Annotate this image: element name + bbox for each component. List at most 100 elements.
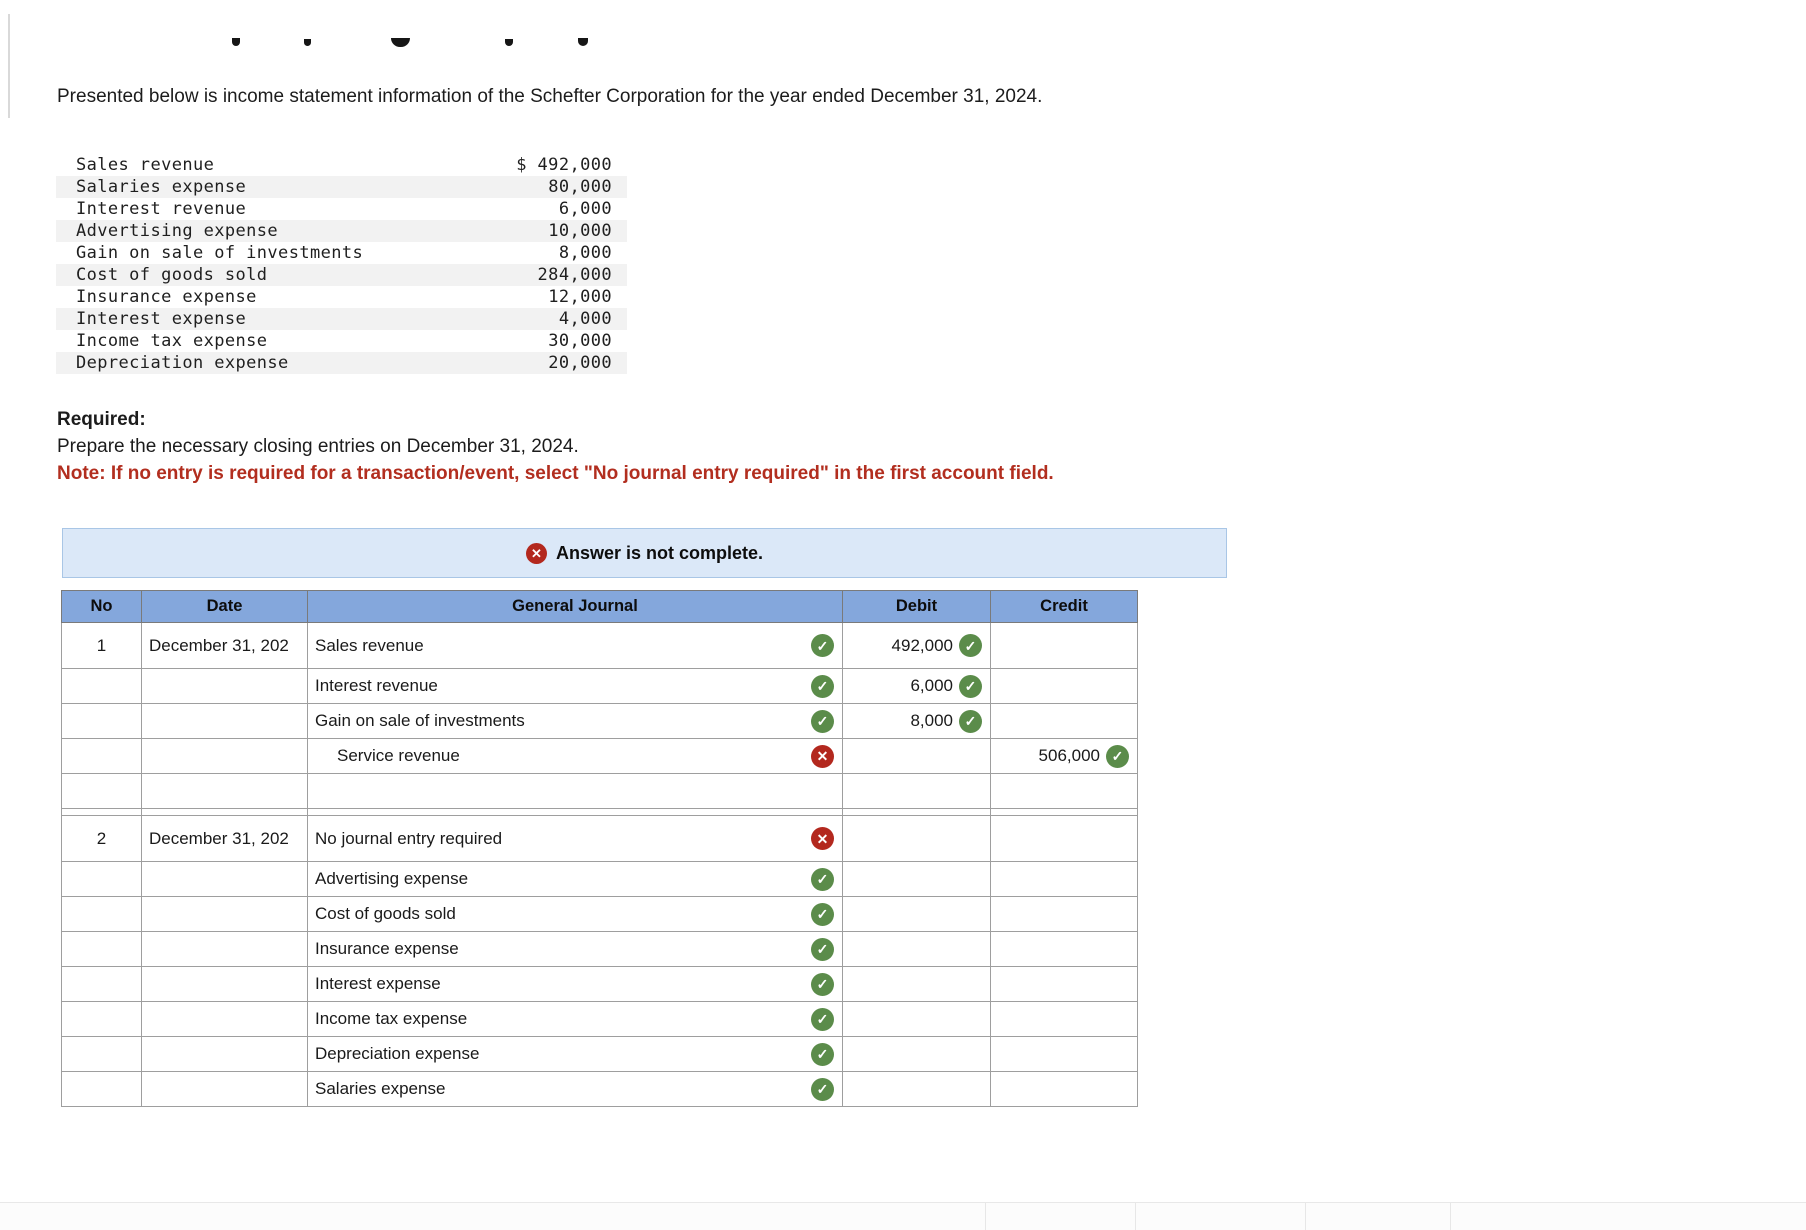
separator-cell [61, 808, 142, 816]
heading-remnant [505, 39, 513, 46]
debit-field-cell[interactable] [842, 1071, 991, 1107]
account-field-cell[interactable]: Insurance expense ✓ [307, 931, 843, 967]
account-field-cell[interactable]: No journal entry required ✕ [307, 815, 843, 862]
account-amount: 30,000 [548, 331, 612, 351]
problem-statement: Presented below is income statement info… [57, 86, 1043, 107]
journal-header-row: No Date General Journal Debit Credit [61, 590, 1138, 623]
account-name: Service revenue [337, 746, 460, 765]
account-field-cell[interactable] [307, 773, 843, 809]
credit-field-cell[interactable] [990, 622, 1138, 669]
col-header-debit: Debit [842, 590, 991, 623]
entry-number-cell [61, 966, 142, 1002]
x-icon: ✕ [811, 744, 834, 768]
journal-table-body: 1 December 31, 202 Sales revenue ✓ 492,000 ✓ I… [61, 622, 1138, 1107]
credit-field-cell[interactable] [990, 703, 1138, 739]
journal-row: Gain on sale of investments ✓ 8,000 ✓ [61, 703, 1138, 739]
credit-field-cell[interactable] [990, 896, 1138, 932]
required-instruction: Prepare the necessary closing entries on… [57, 436, 579, 457]
credit-field-cell[interactable] [990, 1071, 1138, 1107]
account-field-cell[interactable]: Advertising expense ✓ [307, 861, 843, 897]
credit-field-cell[interactable] [990, 931, 1138, 967]
debit-field-cell[interactable] [842, 1001, 991, 1037]
credit-field-cell[interactable] [990, 773, 1138, 809]
income-statement-row: Depreciation expense 20,000 [56, 352, 627, 374]
check-icon: ✓ [811, 1042, 834, 1066]
income-statement-row: Cost of goods sold 284,000 [56, 264, 627, 286]
account-amount: 20,000 [548, 353, 612, 373]
credit-field-cell[interactable] [990, 861, 1138, 897]
account-field-cell[interactable]: Income tax expense ✓ [307, 1001, 843, 1037]
account-name: Interest revenue [315, 676, 438, 695]
footer-divider [985, 1203, 986, 1230]
date-text: December 31, 202 [149, 635, 289, 655]
account-amount: 284,000 [537, 265, 612, 285]
check-icon: ✓ [811, 867, 834, 891]
x-icon: ✕ [525, 542, 547, 564]
date-cell [141, 668, 308, 704]
debit-field-cell[interactable] [842, 931, 991, 967]
credit-field-cell[interactable]: 506,000 ✓ [990, 738, 1138, 774]
debit-field-cell[interactable] [842, 861, 991, 897]
debit-field-cell[interactable] [842, 966, 991, 1002]
date-cell [141, 703, 308, 739]
account-field-cell[interactable]: Salaries expense ✓ [307, 1071, 843, 1107]
connect-question-page: Presented below is income statement info… [0, 0, 1806, 1230]
entry-number-cell: 2 [61, 815, 142, 862]
account-amount: 12,000 [548, 287, 612, 307]
check-icon: ✓ [811, 1007, 834, 1031]
credit-field-cell[interactable] [990, 1036, 1138, 1072]
credit-field-cell[interactable] [990, 668, 1138, 704]
date-cell [141, 738, 308, 774]
date-cell: December 31, 202 [141, 815, 308, 862]
entry-number-cell [61, 668, 142, 704]
account-amount: $ 492,000 [516, 155, 612, 175]
debit-amount: 8,000 [910, 711, 953, 730]
debit-field-cell[interactable] [842, 896, 991, 932]
credit-field-cell[interactable] [990, 966, 1138, 1002]
credit-field-cell[interactable] [990, 815, 1138, 862]
required-heading: Required: [57, 409, 146, 430]
debit-field-cell[interactable] [842, 738, 991, 774]
account-name: Interest expense [315, 974, 441, 993]
account-field-cell[interactable]: Interest expense ✓ [307, 966, 843, 1002]
date-cell [141, 861, 308, 897]
account-field-cell[interactable]: Gain on sale of investments ✓ [307, 703, 843, 739]
journal-row: Interest expense ✓ [61, 966, 1138, 1002]
date-cell [141, 1071, 308, 1107]
account-name: Cost of goods sold [315, 904, 456, 923]
income-statement-row: Interest expense 4,000 [56, 308, 627, 330]
income-statement-row: Sales revenue $ 492,000 [56, 154, 627, 176]
income-statement-rows: Sales revenue $ 492,000 Salaries expense 80… [56, 154, 627, 374]
account-field-cell[interactable]: Service revenue ✕ [307, 738, 843, 774]
account-field-cell[interactable]: Interest revenue ✓ [307, 668, 843, 704]
journal-row: 1 December 31, 202 Sales revenue ✓ 492,000 ✓ [61, 622, 1138, 669]
date-text: December 31, 202 [149, 828, 289, 848]
date-cell: December 31, 202 [141, 622, 308, 669]
debit-field-cell[interactable]: 492,000 ✓ [842, 622, 991, 669]
footer-divider [1450, 1203, 1451, 1230]
account-amount: 6,000 [558, 199, 612, 219]
debit-field-cell[interactable] [842, 1036, 991, 1072]
footer-strip [0, 1202, 1806, 1230]
credit-field-cell[interactable] [990, 1001, 1138, 1037]
account-name: Income tax expense [315, 1009, 468, 1028]
debit-field-cell[interactable]: 8,000 ✓ [842, 703, 991, 739]
account-label: Advertising expense [76, 221, 279, 241]
account-field-cell[interactable]: Depreciation expense ✓ [307, 1036, 843, 1072]
credit-amount: 506,000 [1038, 746, 1100, 765]
debit-field-cell[interactable] [842, 773, 991, 809]
journal-row: Insurance expense ✓ [61, 931, 1138, 967]
debit-field-cell[interactable] [842, 815, 991, 862]
left-edge-rule [8, 14, 10, 118]
account-name: Advertising expense [315, 869, 469, 888]
check-icon: ✓ [959, 674, 982, 698]
account-amount: 8,000 [558, 243, 612, 263]
check-icon: ✓ [811, 674, 834, 698]
check-icon: ✓ [959, 634, 982, 657]
footer-divider [1305, 1203, 1306, 1230]
account-field-cell[interactable]: Cost of goods sold ✓ [307, 896, 843, 932]
entry-number-cell [61, 861, 142, 897]
debit-field-cell[interactable]: 6,000 ✓ [842, 668, 991, 704]
account-field-cell[interactable]: Sales revenue ✓ [307, 622, 843, 669]
account-label: Interest revenue [76, 199, 247, 219]
